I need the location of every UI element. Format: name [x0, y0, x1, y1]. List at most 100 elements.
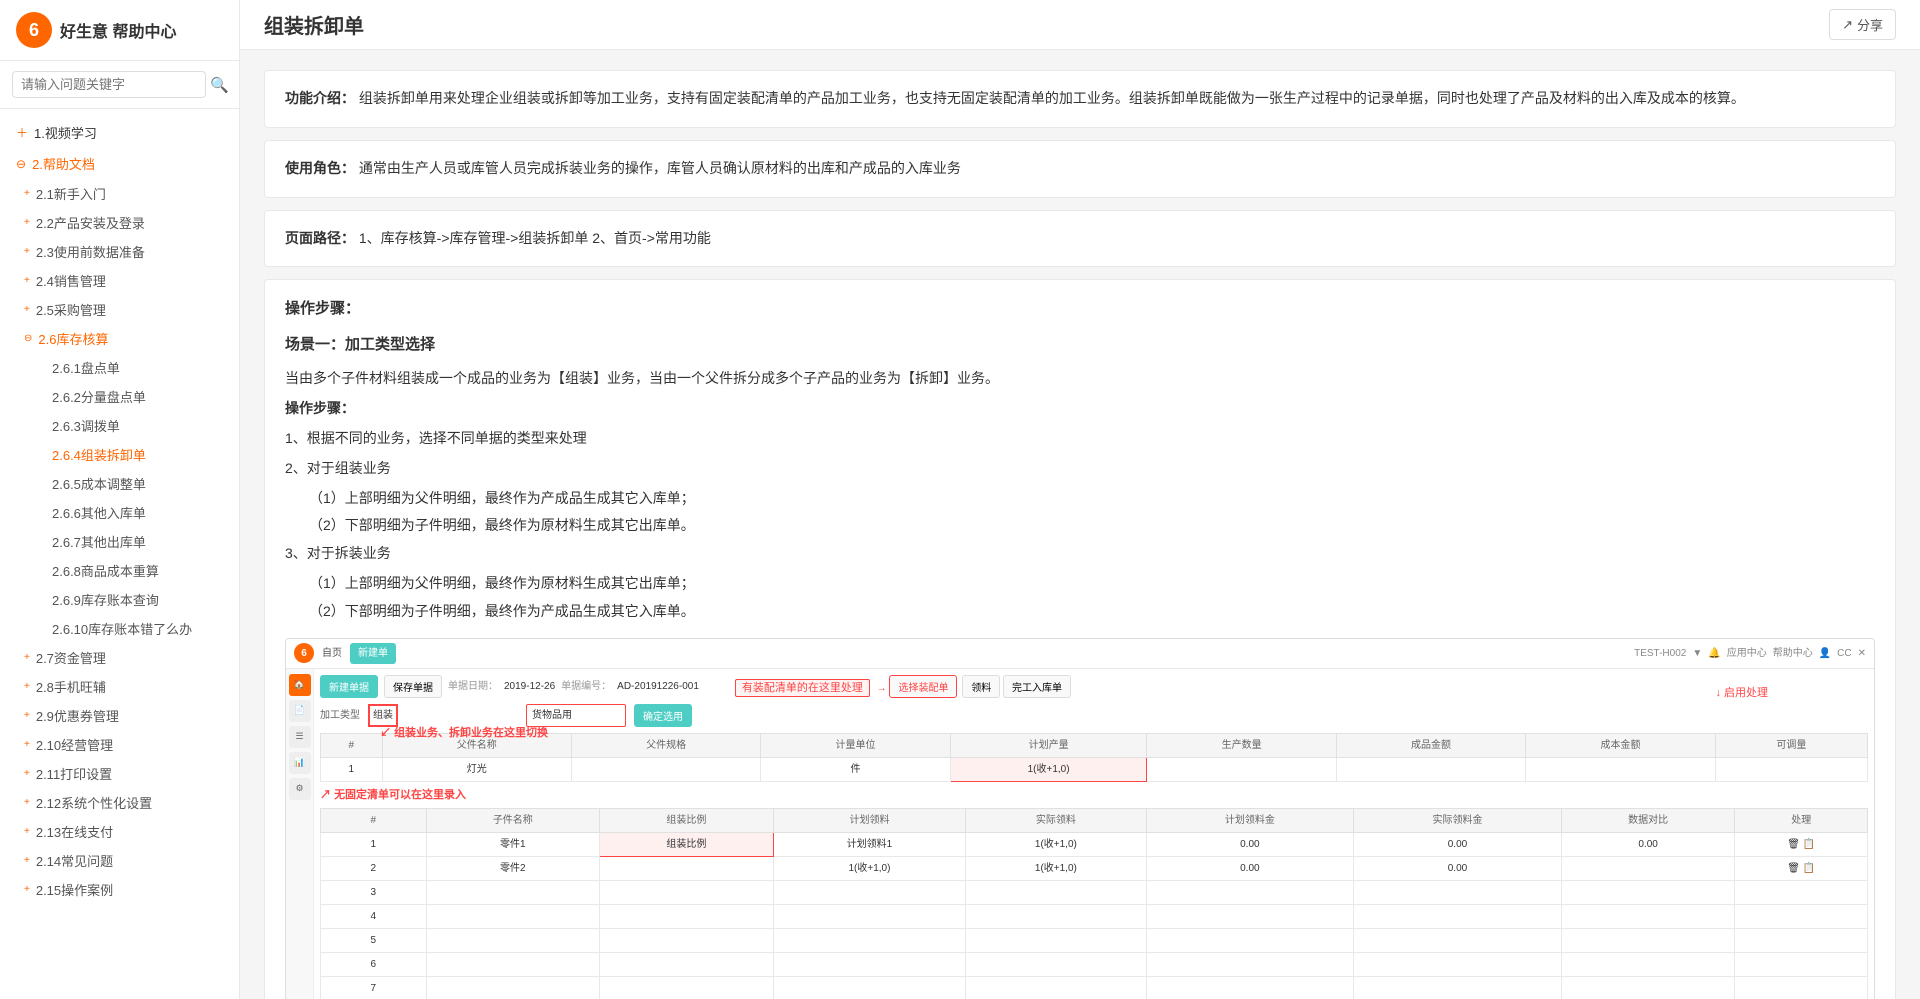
sidebar-item-2-6-4[interactable]: 2.6.4组装拆卸单 [52, 440, 239, 469]
intro-label: 功能介绍： [285, 90, 355, 106]
app-body: 🏠 📄 ☰ 📊 ⚙ 新建单据 保存单据 单据日期： 2019-1 [286, 669, 1874, 999]
close-icon[interactable]: ✕ [1858, 645, 1866, 662]
sidebar-item-2-1[interactable]: + 2.1新手入门 [24, 179, 239, 208]
dot-icon: + [24, 826, 30, 837]
btn-confirm[interactable]: 确定选用 [634, 704, 692, 727]
main-area: 组装拆卸单 ↗ 分享 功能介绍： 组装拆卸单用来处理企业组装或拆卸等加工业务，支… [240, 0, 1920, 999]
step2-2: （2）下部明细为子件明细，最终作为原材料生成其它出库单。 [309, 514, 1875, 538]
nav-section-docs[interactable]: ⊖ 2.帮助文档 [0, 148, 239, 179]
sidebar-item-2-6-6[interactable]: 2.6.6其他入库单 [52, 498, 239, 527]
col-unit: 计量单位 [761, 733, 950, 757]
col2-plan-pick: 计划领料 [773, 809, 966, 833]
step3: 3、对于拆装业务 [285, 542, 1875, 566]
parent-table: # 父件名称 父件规格 计量单位 计划产量 生产数量 成品金额 成本金额 可调量 [320, 733, 1868, 782]
sidebar-item-2-6-9[interactable]: 2.6.9库存账本查询 [52, 585, 239, 614]
dot-icon: + [24, 304, 30, 315]
user-icon: 👤 [1819, 645, 1831, 662]
status-icon: 🔔 [1708, 645, 1720, 662]
sidebar-item-2-13[interactable]: + 2.13在线支付 [24, 817, 239, 846]
app-menu-home: 自页 [322, 645, 342, 662]
topbar: 组装拆卸单 ↗ 分享 [240, 0, 1920, 50]
sidebar-item-2-6-5[interactable]: 2.6.5成本调整单 [52, 469, 239, 498]
search-button[interactable]: 🔍 [210, 76, 229, 94]
sidebar-item-2-6-10[interactable]: 2.6.10库存账本错了么办 [52, 614, 239, 643]
nav-sub-2-6: 2.6.1盘点单 2.6.2分量盘点单 2.6.3调拨单 2.6.4组装拆卸单 … [24, 353, 239, 643]
sidebar-item-2-8[interactable]: + 2.8手机旺辅 [24, 672, 239, 701]
sidebar-item-2-6[interactable]: ⊖ 2.6库存核算 [24, 324, 239, 353]
role-block: 使用角色： 通常由生产人员或库管人员完成拆装业务的操作，库管人员确认原材料的出库… [264, 140, 1896, 198]
nav-section-docs-label: 2.帮助文档 [32, 154, 95, 173]
btn-new[interactable]: 新建单据 [320, 675, 378, 698]
step2-1: （1）上部明细为父件明细，最终作为产成品生成其它入库单； [309, 487, 1875, 511]
btn-action2[interactable]: 完工入库单 [1003, 675, 1071, 698]
share-icon: ↗ [1842, 17, 1853, 33]
child-table: # 子件名称 组装比例 计划领料 实际领料 计划领料金 实际领料金 数据对比 处… [320, 808, 1868, 999]
col2-actual-amount: 实际领料金 [1354, 809, 1562, 833]
col2-num: # [321, 809, 427, 833]
search-input[interactable] [12, 71, 206, 98]
sidebar-item-2-3[interactable]: + 2.3使用前数据准备 [24, 237, 239, 266]
sidebar-item-2-12[interactable]: + 2.12系统个性化设置 [24, 788, 239, 817]
nav-section-video[interactable]: ＋ 1.视频学习 [0, 117, 239, 148]
minus-sub-icon: ⊖ [24, 333, 32, 344]
annotation3-text: ↓ 启用处理 [1715, 684, 1768, 703]
nav-section-video-label: 1.视频学习 [34, 123, 97, 142]
sidebar-item-2-6-1[interactable]: 2.6.1盘点单 [52, 353, 239, 382]
dot-icon: + [24, 768, 30, 779]
annotation1-text: 有装配清单的在这里处理 [735, 679, 870, 697]
dot-icon: + [24, 710, 30, 721]
step2: 2、对于组装业务 [285, 457, 1875, 481]
btn-save[interactable]: 保存单据 [384, 675, 442, 698]
sidebar-item-2-9[interactable]: + 2.9优惠券管理 [24, 701, 239, 730]
sidebar-settings-icon[interactable]: ⚙ [289, 778, 311, 800]
ops-title: 操作步骤： [285, 296, 1875, 322]
app-menu-tab[interactable]: 新建单 [350, 643, 396, 664]
scene1-desc: 当由多个子件材料组装成一个成品的业务为【组装】业务，当由一个父件拆分成多个子产品… [285, 367, 1875, 391]
sidebar-chart-icon[interactable]: 📊 [289, 752, 311, 774]
sidebar-item-2-4[interactable]: + 2.4销售管理 [24, 266, 239, 295]
nav-sub-docs: + 2.1新手入门 + 2.2产品安装及登录 + 2.3使用前数据准备 + 2.… [0, 179, 239, 904]
sidebar-item-2-14[interactable]: + 2.14常见问题 [24, 846, 239, 875]
col-plan-qty: 计划产量 [950, 733, 1147, 757]
col-cost-amount: 成本金额 [1526, 733, 1715, 757]
sidebar-item-2-6-8[interactable]: 2.6.8商品成本重算 [52, 556, 239, 585]
dot-icon: + [24, 681, 30, 692]
app-left-sidebar: 🏠 📄 ☰ 📊 ⚙ [286, 669, 314, 999]
form-toolbar: 新建单据 保存单据 单据日期： 2019-12-26 单据编号： AD-2019… [320, 675, 1868, 698]
role-text: 通常由生产人员或库管人员完成拆装业务的操作，库管人员确认原材料的出库和产成品的入… [359, 160, 961, 176]
date-value: 2019-12-26 [504, 678, 555, 695]
search-bar: 🔍 [0, 61, 239, 109]
table-row: 5 [321, 929, 1868, 953]
col-adj-qty: 可调量 [1715, 733, 1867, 757]
dot-icon: + [24, 217, 30, 228]
sidebar-list-icon[interactable]: ☰ [289, 726, 311, 748]
path-text: 1、库存核算->库存管理->组装拆卸单 2、首页->常用功能 [359, 230, 711, 246]
col-prod-amount: 成品金额 [1336, 733, 1525, 757]
sidebar-item-2-11[interactable]: + 2.11打印设置 [24, 759, 239, 788]
btn-select-order[interactable]: 选择装配单 [889, 675, 957, 698]
path-label: 页面路径： [285, 230, 355, 246]
sidebar-item-2-6-3[interactable]: 2.6.3调拨单 [52, 411, 239, 440]
arrow1: → [877, 683, 887, 694]
sidebar-item-2-6-7[interactable]: 2.6.7其他出库单 [52, 527, 239, 556]
form-main: 新建单据 保存单据 单据日期： 2019-12-26 单据编号： AD-2019… [314, 669, 1874, 999]
dot-icon: + [24, 246, 30, 257]
btn-action1[interactable]: 领料 [962, 675, 1000, 698]
order-value: AD-20191226-001 [617, 678, 699, 695]
sidebar-item-2-2[interactable]: + 2.2产品安装及登录 [24, 208, 239, 237]
dot-icon: + [24, 797, 30, 808]
sidebar-item-2-5[interactable]: + 2.5采购管理 [24, 295, 239, 324]
sidebar-item-2-7[interactable]: + 2.7资金管理 [24, 643, 239, 672]
sidebar-item-2-6-2[interactable]: 2.6.2分量盘点单 [52, 382, 239, 411]
sidebar-item-2-15[interactable]: + 2.15操作案例 [24, 875, 239, 904]
share-button[interactable]: ↗ 分享 [1829, 9, 1896, 40]
table-row: 7 [321, 977, 1868, 999]
sidebar-home-icon[interactable]: 🏠 [289, 674, 311, 696]
type-label: 加工类型 [320, 707, 360, 724]
sidebar-item-2-10[interactable]: + 2.10经营管理 [24, 730, 239, 759]
dot-icon: + [24, 275, 30, 286]
ops-steps-label: 操作步骤： [285, 397, 1875, 421]
annotation1-area: 有装配清单的在这里处理 → 选择装配单 领料 完工入库单 [735, 675, 1071, 698]
sidebar-doc-icon[interactable]: 📄 [289, 700, 311, 722]
page-title: 组装拆卸单 [264, 10, 364, 39]
